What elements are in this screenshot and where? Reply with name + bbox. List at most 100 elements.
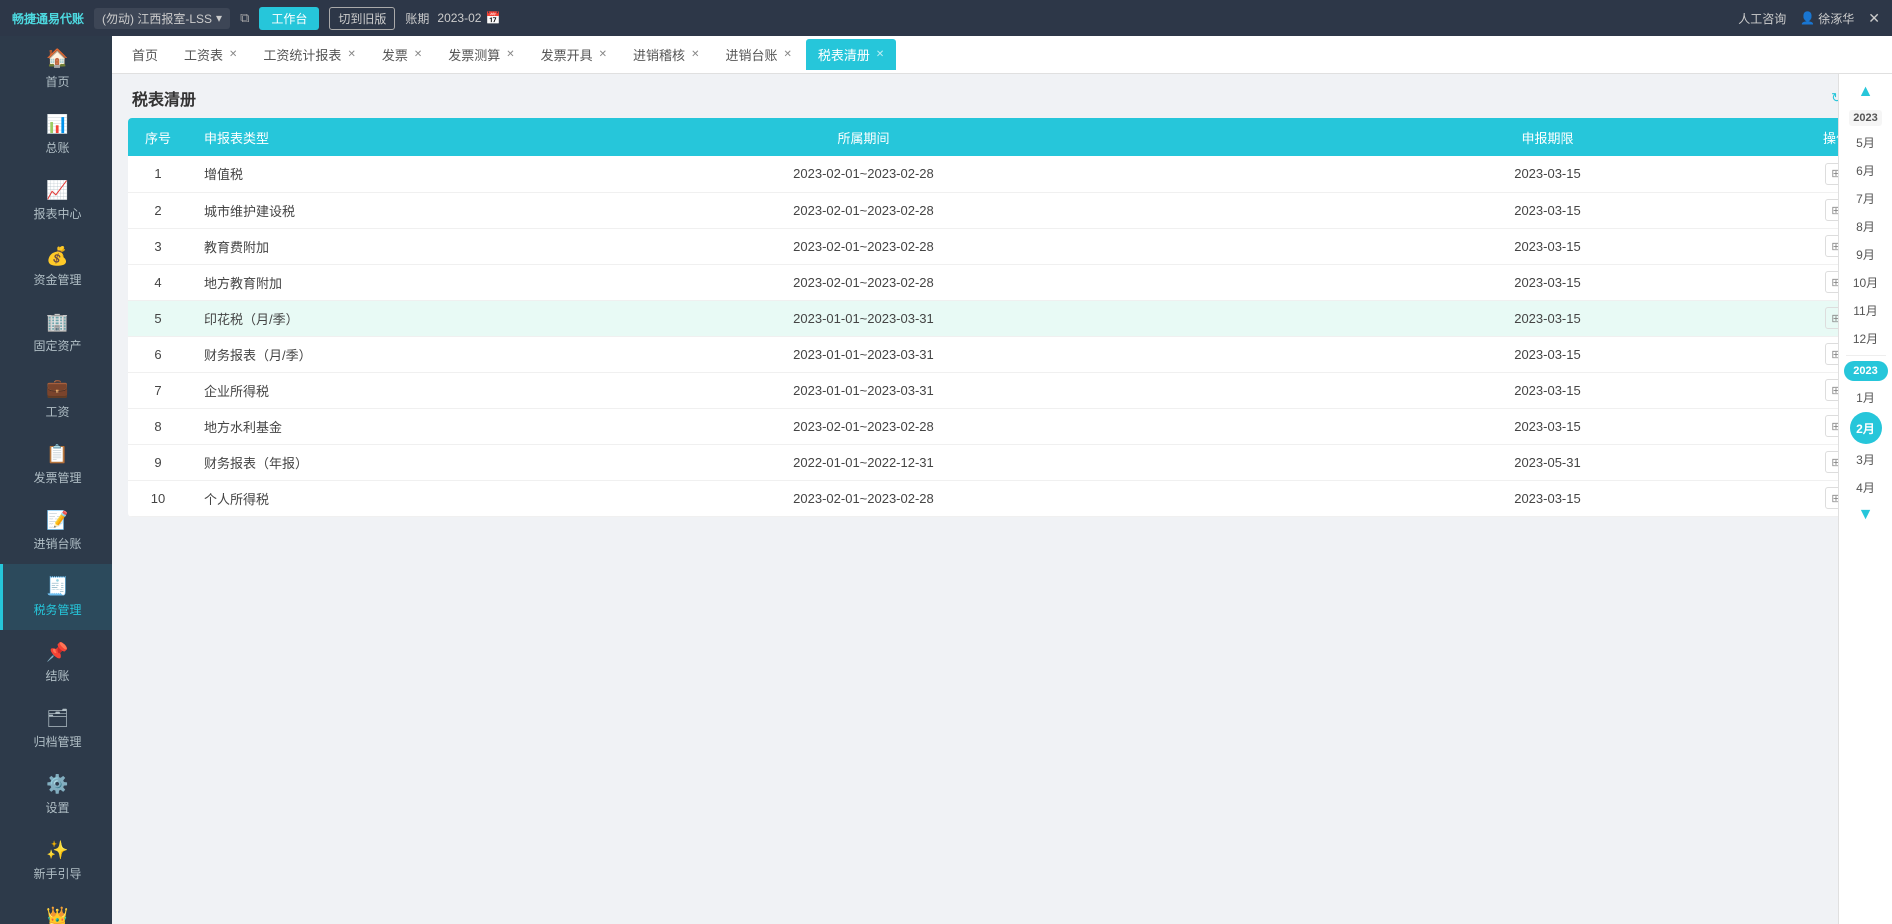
top-bar: 畅捷通易代账 (勿动) 江西报室-LSS ▾ ⧉ 工作台 切到旧版 账期 202… (0, 0, 1892, 36)
tab-invoice-issue-close[interactable]: ✕ (599, 49, 607, 60)
sidebar-item-label: 报表中心 (33, 205, 81, 222)
cell-no: 6 (128, 336, 188, 372)
tab-invoice[interactable]: 发票 ✕ (370, 39, 434, 70)
calendar-month-1[interactable]: 1月 (1845, 384, 1887, 410)
switch-version-button[interactable]: 切到旧版 (329, 7, 395, 30)
sidebar-item-purchase[interactable]: 📝 进销台账 (0, 498, 112, 564)
tab-invoice-calc-close[interactable]: ✕ (506, 49, 514, 60)
sidebar-item-reports[interactable]: 📈 报表中心 (0, 168, 112, 234)
tab-salary[interactable]: 工资表 ✕ (172, 39, 249, 70)
tab-salary-stats-close[interactable]: ✕ (347, 49, 355, 60)
tab-salary-close[interactable]: ✕ (229, 49, 237, 60)
cell-period: 2023-02-01~2023-02-28 (428, 156, 1299, 192)
calendar-month-4[interactable]: 4月 (1845, 474, 1887, 500)
cell-deadline: 2023-03-15 (1299, 300, 1796, 336)
sidebar-item-member[interactable]: 👑 畅会员 (0, 894, 112, 924)
table-row: 3 教育费附加 2023-02-01~2023-02-28 2023-03-15… (128, 228, 1876, 264)
purchase-icon: 📝 (46, 510, 68, 531)
cell-deadline: 2023-03-15 (1299, 264, 1796, 300)
calendar-divider (1846, 355, 1886, 356)
tab-invoice-calc[interactable]: 发票测算 ✕ (436, 39, 526, 70)
calendar-icon[interactable]: 📅 (485, 11, 500, 25)
tab-purchase-check-close[interactable]: ✕ (691, 49, 699, 60)
cell-type: 财务报表（年报） (188, 444, 428, 480)
tab-salary-stats[interactable]: 工资统计报表 ✕ (251, 39, 367, 70)
close-icon[interactable]: ✕ (1868, 10, 1880, 27)
calendar-month-12[interactable]: 12月 (1845, 325, 1887, 351)
salary-icon: 💼 (46, 378, 68, 399)
cell-no: 10 (128, 480, 188, 516)
tab-tax-return[interactable]: 税表清册 ✕ (806, 39, 896, 70)
member-icon: 👑 (46, 906, 68, 924)
cell-deadline: 2023-03-15 (1299, 408, 1796, 444)
tab-tax-return-close[interactable]: ✕ (876, 49, 884, 60)
cell-deadline: 2023-03-15 (1299, 336, 1796, 372)
cell-no: 1 (128, 156, 188, 192)
period-value: 2023-02 (437, 11, 481, 25)
cell-type: 增值税 (188, 156, 428, 192)
calendar-month-11[interactable]: 11月 (1845, 297, 1887, 323)
company-selector[interactable]: (勿动) 江西报室-LSS ▾ (94, 8, 230, 29)
sidebar-item-invoice[interactable]: 📋 发票管理 (0, 432, 112, 498)
user-avatar[interactable]: 👤徐涿华 (1800, 10, 1854, 27)
company-name: (勿动) 江西报室-LSS (102, 10, 212, 27)
settings-icon: ⚙️ (46, 774, 68, 795)
calendar-month-3[interactable]: 3月 (1845, 446, 1887, 472)
tab-invoice-issue-label: 发票开具 (541, 45, 593, 64)
person-icon: 👤 (1800, 11, 1815, 25)
tab-purchase-ledger-close[interactable]: ✕ (783, 49, 791, 60)
cell-no: 2 (128, 192, 188, 228)
calendar-nav-down[interactable]: ▼ (1852, 501, 1880, 529)
tax-table: 序号 申报表类型 所属期间 申报期限 操作 1 增值税 2023-02-01~2… (128, 118, 1876, 517)
cell-type: 教育费附加 (188, 228, 428, 264)
tax-icon: 🧾 (46, 576, 68, 597)
sidebar-item-funds[interactable]: 💰 资金管理 (0, 234, 112, 300)
cell-no: 3 (128, 228, 188, 264)
calendar-month-5[interactable]: 5月 (1845, 129, 1887, 155)
calendar-month-6[interactable]: 6月 (1845, 157, 1887, 183)
calendar-month-10[interactable]: 10月 (1845, 269, 1887, 295)
tab-tax-return-label: 税表清册 (818, 45, 870, 64)
calendar-month-8[interactable]: 8月 (1845, 213, 1887, 239)
cell-deadline: 2023-03-15 (1299, 372, 1796, 408)
page-title: 税表清册 (132, 86, 196, 110)
tab-purchase-ledger[interactable]: 进销台账 ✕ (713, 39, 803, 70)
tab-invoice-label: 发票 (382, 45, 408, 64)
col-deadline: 申报期限 (1299, 118, 1796, 156)
tab-purchase-check[interactable]: 进销稽核 ✕ (621, 39, 711, 70)
calendar-month-2-active[interactable]: 2月 (1850, 412, 1882, 444)
tax-table-container: 序号 申报表类型 所属期间 申报期限 操作 1 增值税 2023-02-01~2… (128, 118, 1876, 517)
sidebar-item-ledger[interactable]: 📊 总账 (0, 102, 112, 168)
sidebar-item-label: 资金管理 (33, 271, 81, 288)
col-type: 申报表类型 (188, 118, 428, 156)
ai-consult-button[interactable]: 人工咨询 (1738, 10, 1786, 27)
sidebar-item-settle[interactable]: 📌 结账 (0, 630, 112, 696)
calendar-panel: ▲ 2023 5月 6月 7月 8月 9月 10月 11月 12月 2023 1… (1838, 74, 1892, 924)
tab-invoice-issue[interactable]: 发票开具 ✕ (529, 39, 619, 70)
cell-period: 2023-02-01~2023-02-28 (428, 480, 1299, 516)
sidebar-item-salary[interactable]: 💼 工资 (0, 366, 112, 432)
tab-home[interactable]: 首页 (120, 39, 170, 70)
username: 徐涿华 (1818, 10, 1854, 27)
sidebar-item-tax[interactable]: 🧾 税务管理 (0, 564, 112, 630)
calendar-month-9[interactable]: 9月 (1845, 241, 1887, 267)
cell-period: 2023-02-01~2023-02-28 (428, 408, 1299, 444)
cell-period: 2023-01-01~2023-03-31 (428, 300, 1299, 336)
sidebar-item-home[interactable]: 🏠 首页 (0, 36, 112, 102)
sidebar-item-guide[interactable]: ✨ 新手引导 (0, 828, 112, 894)
calendar-nav-up[interactable]: ▲ (1852, 78, 1880, 106)
ledger-icon: 📊 (46, 114, 68, 135)
sidebar-item-assets[interactable]: 🏢 固定资产 (0, 300, 112, 366)
sidebar-item-label: 税务管理 (33, 601, 81, 618)
page-header: 税表清册 ↻ 刷新 (112, 74, 1892, 118)
period-label: 账期 (405, 10, 429, 27)
content-area: 首页 工资表 ✕ 工资统计报表 ✕ 发票 ✕ 发票测算 ✕ 发票开具 ✕ (112, 36, 1892, 924)
tab-invoice-close[interactable]: ✕ (414, 49, 422, 60)
sidebar-item-archive[interactable]: 🗂 归档管理 (0, 696, 112, 762)
workbench-button[interactable]: 工作台 (259, 7, 319, 30)
calendar-month-7[interactable]: 7月 (1845, 185, 1887, 211)
copy-icon[interactable]: ⧉ (240, 10, 249, 26)
top-bar-right: 人工咨询 👤徐涿华 ✕ (1738, 10, 1880, 27)
sidebar-item-settings[interactable]: ⚙️ 设置 (0, 762, 112, 828)
cell-type: 城市维护建设税 (188, 192, 428, 228)
